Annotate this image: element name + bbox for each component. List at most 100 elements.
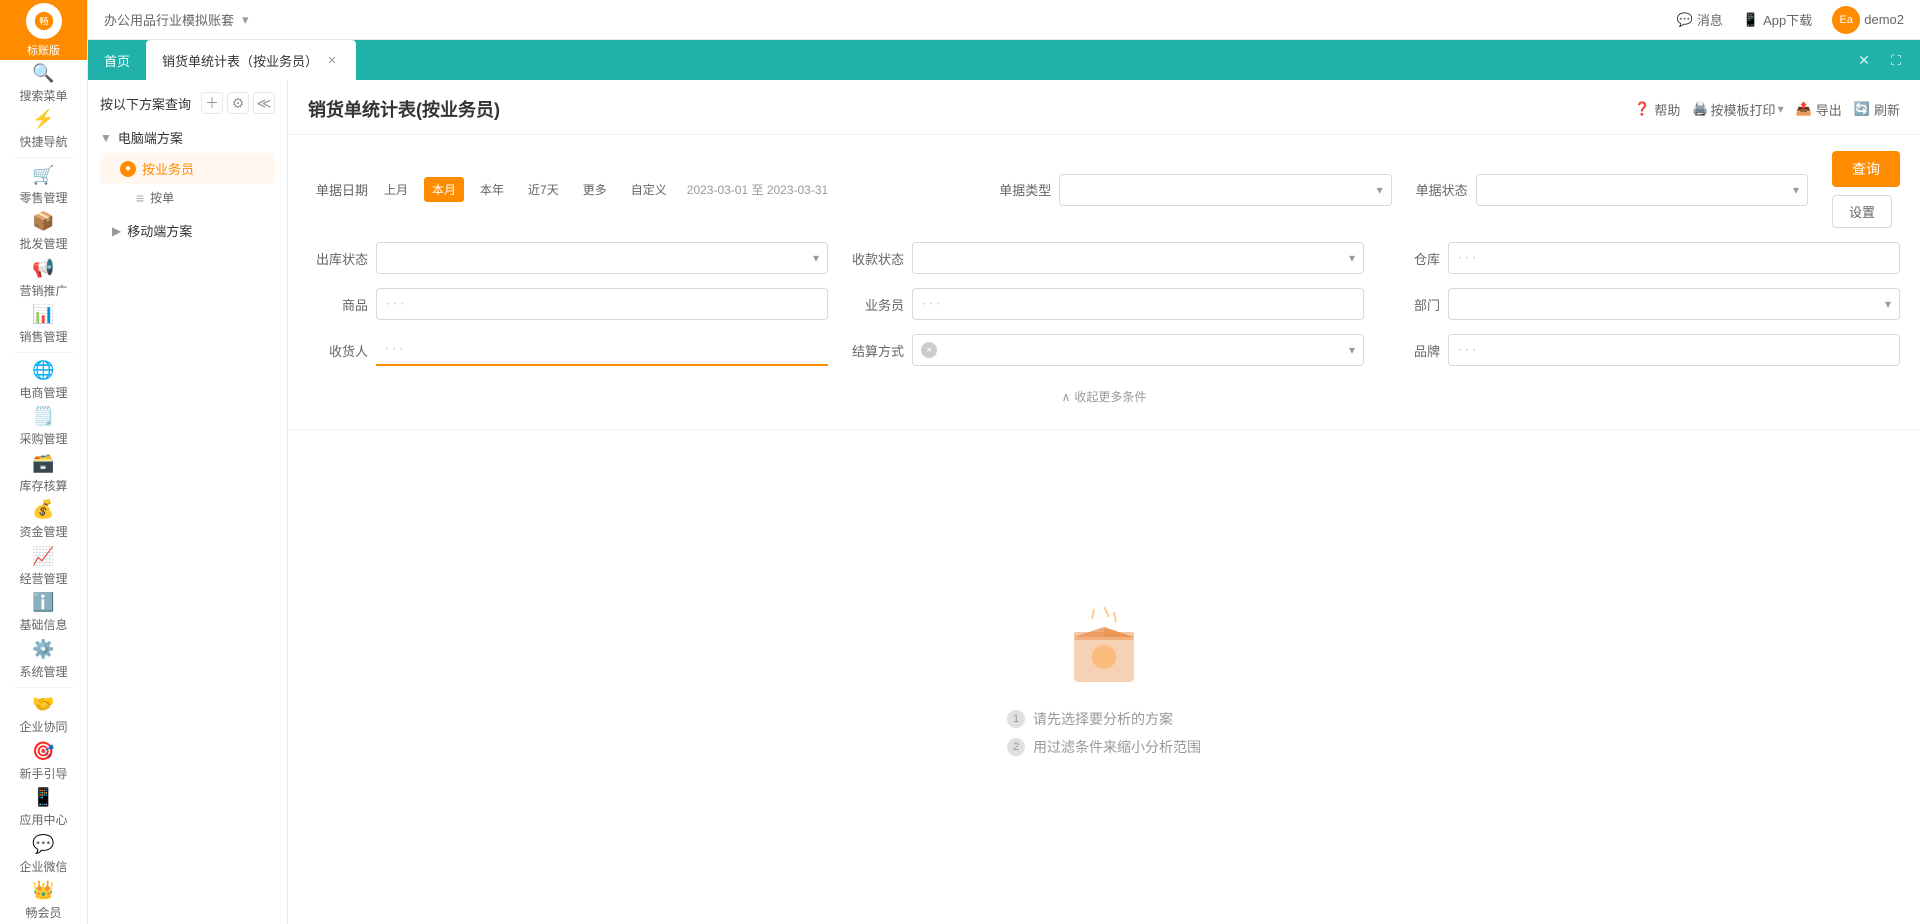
sidebar-item-sales[interactable]: 📊 销售管理 bbox=[0, 302, 88, 349]
divider bbox=[14, 687, 74, 688]
tab-home[interactable]: 首页 bbox=[88, 40, 146, 80]
corpwx-icon: 💬 bbox=[32, 834, 54, 855]
help-button[interactable]: ❓ 帮助 bbox=[1634, 100, 1680, 119]
sidebar-item-finance[interactable]: 💰 资金管理 bbox=[0, 497, 88, 544]
sidebar-item-retail[interactable]: 🛒 零售管理 bbox=[0, 162, 88, 209]
settlement-clear-button[interactable]: × bbox=[921, 342, 937, 358]
warehouse-label: 仓库 bbox=[1380, 249, 1440, 268]
date-btn-more[interactable]: 更多 bbox=[575, 177, 615, 202]
sidebar-item-system[interactable]: ⚙️ 系统管理 bbox=[0, 636, 88, 683]
tabbar: 首页 销货单统计表（按业务员） ✕ ✕ ⛶ bbox=[88, 40, 1920, 80]
fullscreen-action[interactable]: ⛶ bbox=[1884, 48, 1908, 72]
goods-input[interactable]: ··· bbox=[376, 288, 828, 320]
sidebar-item-ecommerce[interactable]: 🌐 电商管理 bbox=[0, 357, 88, 404]
logo-icon: 畅 bbox=[26, 3, 62, 39]
desktop-scheme-label: 电脑端方案 bbox=[118, 128, 183, 147]
ship-status-field: 出库状态 ▾ bbox=[308, 242, 828, 274]
print-button[interactable]: 🖨️ 按模板打印 ▾ bbox=[1692, 100, 1783, 119]
sidebar-item-member[interactable]: 👑 畅会员 bbox=[0, 878, 88, 924]
brand-label: 品牌 bbox=[1380, 341, 1440, 360]
sidebar-item-basic[interactable]: ℹ️ 基础信息 bbox=[0, 590, 88, 637]
quicknav-icon: ⚡ bbox=[32, 109, 54, 130]
sidebar-item-label: 资金管理 bbox=[19, 523, 67, 540]
topbar: 办公用品行业模拟账套 ▾ 💬 消息 📱 App下载 Ea demo2 bbox=[88, 0, 1920, 40]
payment-status-field: 收款状态 ▾ bbox=[844, 242, 1364, 274]
date-range-display: 2023-03-01 至 2023-03-31 bbox=[687, 181, 828, 198]
sidebar-item-label: 畅会员 bbox=[25, 904, 61, 921]
sidebar-item-operation[interactable]: 📈 经营管理 bbox=[0, 543, 88, 590]
export-button[interactable]: 📤 导出 bbox=[1796, 100, 1842, 119]
divider bbox=[14, 352, 74, 353]
sidebar-item-label: 搜索菜单 bbox=[19, 87, 67, 104]
logo-text: 标账版 bbox=[27, 42, 60, 58]
tab-close-button[interactable]: ✕ bbox=[324, 52, 340, 68]
staff-input[interactable]: ··· bbox=[912, 288, 1364, 320]
doc-status-select[interactable]: ▾ bbox=[1476, 174, 1808, 206]
close-tab-action[interactable]: ✕ bbox=[1852, 48, 1876, 72]
sidebar-item-search[interactable]: 🔍 搜索菜单 bbox=[0, 60, 88, 107]
sidebar-item-purchase[interactable]: 🗒️ 采购管理 bbox=[0, 403, 88, 450]
payment-status-select[interactable]: ▾ bbox=[912, 242, 1364, 274]
hint-text-2: 用过滤条件来缩小分析范围 bbox=[1033, 737, 1201, 757]
sidebar-item-marketing[interactable]: 📢 营销推广 bbox=[0, 255, 88, 302]
edit-scheme-button[interactable]: ⚙ bbox=[227, 92, 249, 114]
date-btn-custom[interactable]: 自定义 bbox=[623, 177, 675, 202]
date-btn-this-month[interactable]: 本月 bbox=[424, 177, 464, 202]
sidebar-item-corpwx[interactable]: 💬 企业微信 bbox=[0, 831, 88, 878]
tab-sales-stat[interactable]: 销货单统计表（按业务员） ✕ bbox=[146, 40, 356, 80]
staff-label: 业务员 bbox=[844, 295, 904, 314]
filter-right-panel: 销货单统计表(按业务员) ❓ 帮助 🖨️ 按模板打印 ▾ 📤 导出 bbox=[288, 80, 1920, 924]
brand-input[interactable]: ··· bbox=[1448, 334, 1900, 366]
user-menu[interactable]: Ea demo2 bbox=[1832, 6, 1904, 34]
divider bbox=[14, 157, 74, 158]
scheme-item-by-staff[interactable]: ● 按业务员 bbox=[100, 153, 275, 184]
sidebar-item-label: 快捷导航 bbox=[19, 133, 67, 150]
receiver-input[interactable]: ··· bbox=[376, 334, 828, 366]
sidebar-item-quicknav[interactable]: ⚡ 快捷导航 bbox=[0, 107, 88, 154]
hint-text-1: 请先选择要分析的方案 bbox=[1033, 709, 1173, 729]
doc-type-select[interactable]: ▾ bbox=[1059, 174, 1391, 206]
empty-text: 1 请先选择要分析的方案 2 用过滤条件来缩小分析范围 bbox=[1007, 709, 1201, 757]
scheme-sub-item-by-order[interactable]: ≡ 按单 bbox=[100, 184, 275, 211]
receiver-label: 收货人 bbox=[308, 341, 368, 360]
print-dropdown-icon[interactable]: ▾ bbox=[1778, 102, 1784, 116]
sidebar: 畅 标账版 🔍 搜索菜单 ⚡ 快捷导航 🛒 零售管理 📦 批发管理 📢 营销推广… bbox=[0, 0, 88, 924]
dept-field: 部门 ▾ bbox=[1380, 288, 1900, 320]
date-btn-7days[interactable]: 近7天 bbox=[520, 177, 567, 202]
collapse-panel-button[interactable]: ≪ bbox=[253, 92, 275, 114]
sidebar-item-cooperation[interactable]: 🤝 企业协同 bbox=[0, 692, 88, 739]
empty-hint-1: 1 请先选择要分析的方案 bbox=[1007, 709, 1201, 729]
sidebar-item-label: 企业协同 bbox=[19, 718, 67, 735]
collapse-row[interactable]: ∧ 收起更多条件 bbox=[308, 380, 1900, 413]
mobile-scheme-toggle[interactable]: ▶ 移动端方案 bbox=[100, 215, 275, 246]
topbar-dropdown-icon[interactable]: ▾ bbox=[242, 12, 249, 28]
sidebar-item-appcenter[interactable]: 📱 应用中心 bbox=[0, 785, 88, 832]
warehouse-input[interactable]: ··· bbox=[1448, 242, 1900, 274]
ship-status-select[interactable]: ▾ bbox=[376, 242, 828, 274]
hint-num-1: 1 bbox=[1007, 710, 1025, 728]
avatar-text: Ea bbox=[1840, 14, 1853, 26]
sidebar-item-label: 应用中心 bbox=[19, 811, 67, 828]
query-button[interactable]: 查询 bbox=[1832, 151, 1900, 187]
sidebar-item-label: 企业微信 bbox=[19, 858, 67, 875]
dept-select[interactable]: ▾ bbox=[1448, 288, 1900, 320]
download-icon: 📱 bbox=[1743, 12, 1759, 28]
sidebar-item-newguide[interactable]: 🎯 新手引导 bbox=[0, 738, 88, 785]
add-scheme-button[interactable]: ＋ bbox=[201, 92, 223, 114]
doc-status-label: 单据状态 bbox=[1408, 180, 1468, 199]
sidebar-item-label: 批发管理 bbox=[19, 235, 67, 252]
scheme-sub-item-label: 按单 bbox=[150, 189, 174, 206]
sidebar-item-inventory[interactable]: 🗃️ 库存核算 bbox=[0, 450, 88, 497]
setting-button[interactable]: 设置 bbox=[1832, 195, 1892, 228]
sidebar-item-wholesale[interactable]: 📦 批发管理 bbox=[0, 208, 88, 255]
help-label: 帮助 bbox=[1654, 100, 1680, 119]
date-btn-last-month[interactable]: 上月 bbox=[376, 177, 416, 202]
date-btn-this-year[interactable]: 本年 bbox=[472, 177, 512, 202]
basic-icon: ℹ️ bbox=[32, 592, 54, 613]
settlement-select[interactable]: × ▾ bbox=[912, 334, 1364, 366]
refresh-button[interactable]: 🔄 刷新 bbox=[1854, 100, 1900, 119]
message-button[interactable]: 💬 消息 bbox=[1677, 10, 1723, 29]
filter-panel-title: 按以下方案查询 bbox=[100, 94, 191, 113]
app-download-button[interactable]: 📱 App下载 bbox=[1743, 10, 1812, 29]
desktop-scheme-toggle[interactable]: ▼ 电脑端方案 bbox=[100, 122, 275, 153]
